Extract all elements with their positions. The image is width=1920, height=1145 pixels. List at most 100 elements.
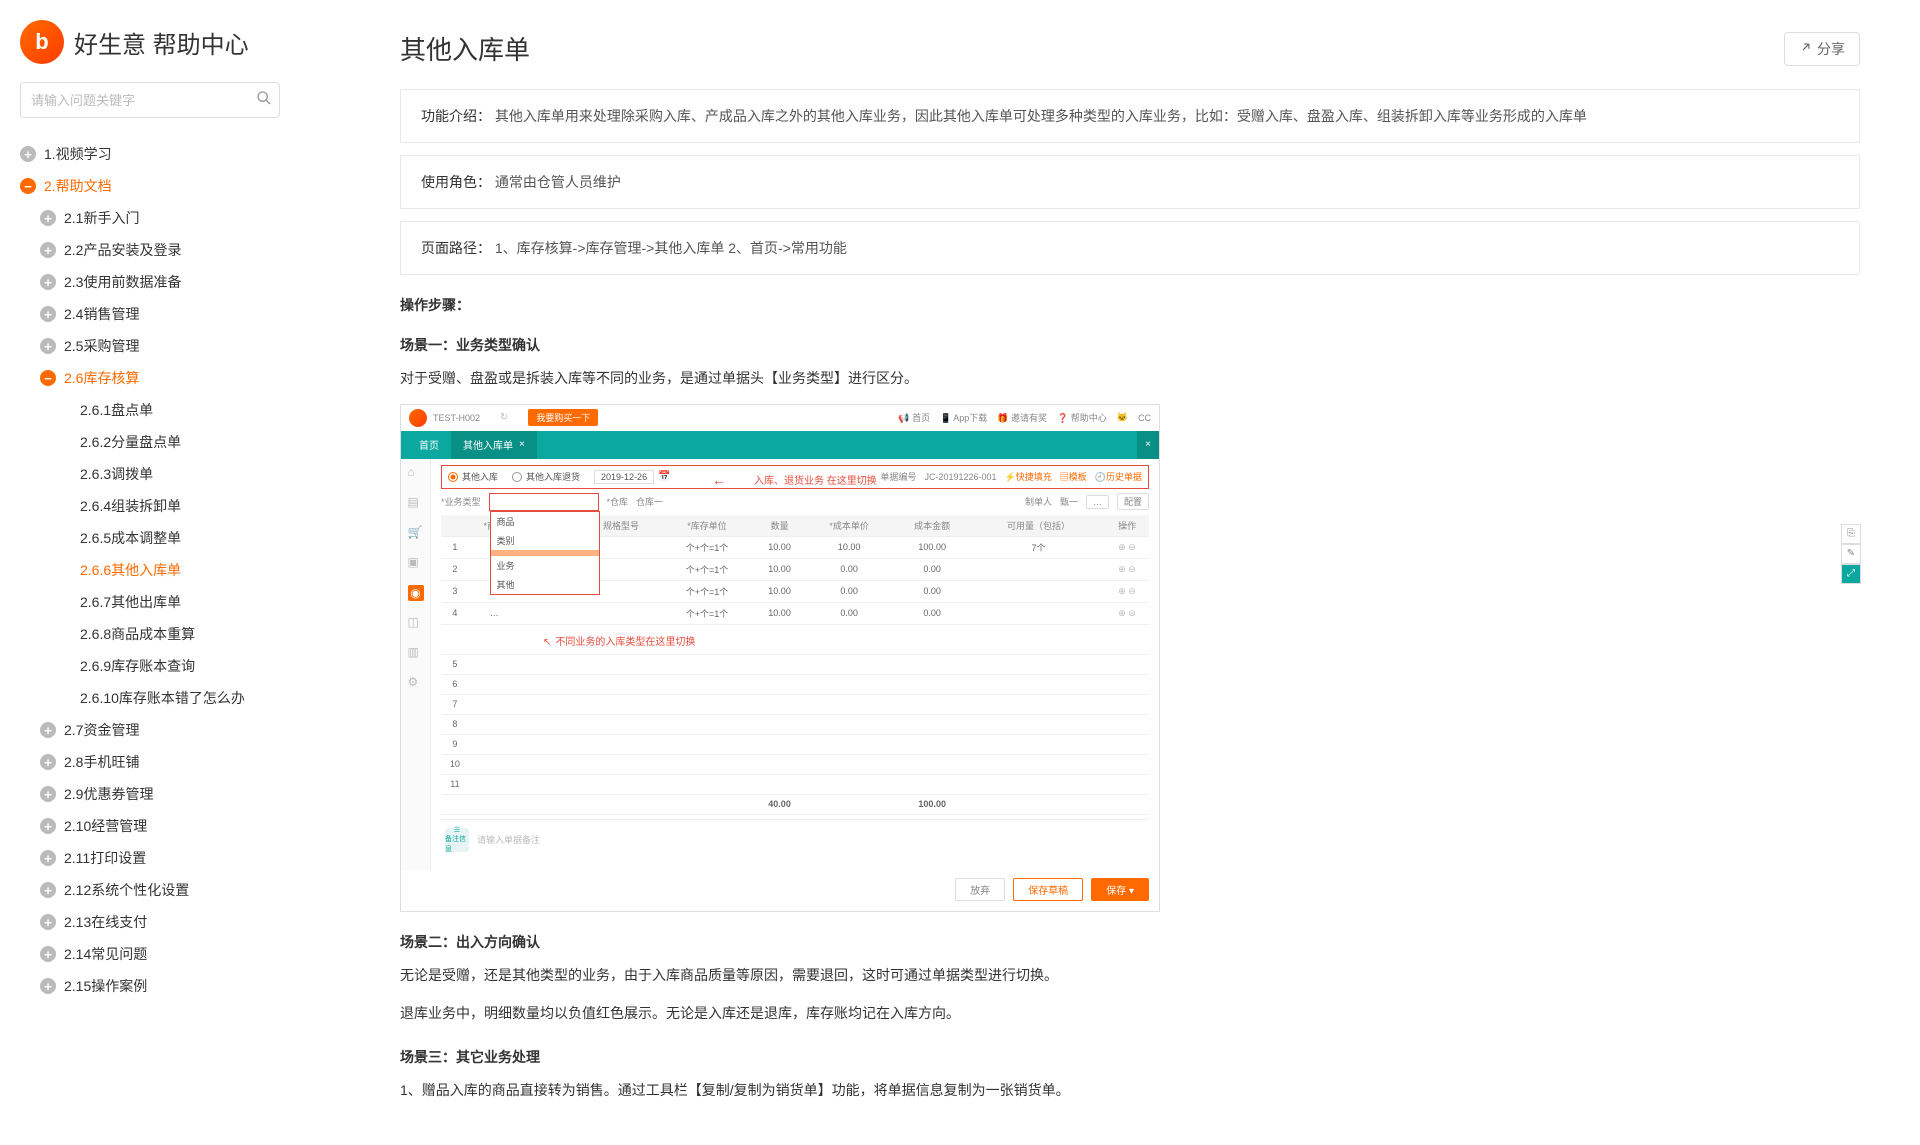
sc-buy-button: 我要购买一下 [528,409,598,426]
minus-icon: − [20,178,36,194]
sc-th [441,515,469,537]
sc-link: ⚡快捷填充 [1005,470,1052,483]
scene2-text1: 无论是受赠，还是其他类型的业务，由于入库商品质量等原因，需要退回，这时可通过单据… [400,962,1860,989]
scene2-text2: 退库业务中，明细数量均以负值红色展示。无论是入库还是退库，库存账均记在入库方向。 [400,1000,1860,1027]
nav-2-6-5[interactable]: 2.6.5成本调整单 [20,522,280,554]
nav-2-8[interactable]: +2.8手机旺铺 [20,746,280,778]
scene1-text: 对于受赠、盘盈或是拆装入库等不同的业务，是通过单据头【业务类型】进行区分。 [400,365,1860,392]
intro-box: 功能介绍： 其他入库单用来处理除采购入库、产成品入库之外的其他入库业务，因此其他… [400,89,1860,143]
page-title: 其他入库单 [400,30,530,67]
sc-mini-btn: 配置 [1117,493,1149,510]
sc-account: TEST-H002 [433,413,480,423]
sc-annotation-2: 不同业务的入库类型在这里切换 [543,633,1147,648]
table-row: 7 [441,694,1149,714]
sc-th: 可用量（包括） [972,515,1105,537]
sc-tab-home: 首页 [407,431,451,459]
nav-2-14[interactable]: +2.14常见问题 [20,938,280,970]
nav-docs[interactable]: −2.帮助文档 [20,170,280,202]
sc-top-link: ❓ 帮助中心 [1057,411,1107,424]
table-row: 11 [441,774,1149,794]
sc-dd-item: 类别 [491,531,599,550]
nav-2-6-3[interactable]: 2.6.3调拨单 [20,458,280,490]
role-text: 通常由仓管人员维护 [495,174,621,190]
plus-icon: + [40,242,56,258]
nav-2-10[interactable]: +2.10经营管理 [20,810,280,842]
plus-icon: + [40,946,56,962]
path-text: 1、库存核算->库存管理->其他入库单 2、首页->常用功能 [495,240,847,256]
nav-2-7[interactable]: +2.7资金管理 [20,714,280,746]
gear-icon: ⚙ [408,675,424,691]
nav-2-11[interactable]: +2.11打印设置 [20,842,280,874]
search-input[interactable] [20,82,280,118]
nav-2-6-1[interactable]: 2.6.1盘点单 [20,394,280,426]
nav-2-6-8[interactable]: 2.6.8商品成本重算 [20,618,280,650]
search-box [20,82,280,118]
sc-filter-row: *业务类型 商品 类别 业务 其他 *仓库 仓库一 [441,493,1149,511]
plus-icon: + [40,274,56,290]
nav-2-6-2[interactable]: 2.6.2分量盘点单 [20,426,280,458]
plus-icon: + [40,850,56,866]
home-icon: ⌂ [408,465,424,481]
sc-top-link: 🎁 邀请有奖 [997,411,1047,424]
tool-icon: ✎ [1841,544,1861,564]
page-header: 其他入库单 分享 [400,30,1860,67]
sc-docno: JC-20191226-001 [924,472,996,482]
remark-icon: ☰备注信息 [445,828,469,852]
sc-th: *库存单位 [661,515,753,537]
nav-2-6-10[interactable]: 2.6.10库存账本错了怎么办 [20,682,280,714]
sc-dd-item: 商品 [491,512,599,531]
sc-discard-button: 放弃 [955,878,1005,901]
search-icon[interactable] [256,90,272,111]
sc-biz-select: 商品 类别 业务 其他 [489,493,599,511]
nav-2-3[interactable]: +2.3使用前数据准备 [20,266,280,298]
steps-heading: 操作步骤： [400,295,1860,315]
nav-2-5[interactable]: +2.5采购管理 [20,330,280,362]
sc-type-row: 其他入库 其他入库退货 2019-12-26 📅 入库、退货业务 在这里切换 单… [441,465,1149,489]
sc-maker-label: 制单人 [1025,495,1052,508]
nav-2-2[interactable]: +2.2产品安装及登录 [20,234,280,266]
plus-icon: + [40,754,56,770]
path-box: 页面路径： 1、库存核算->库存管理->其他入库单 2、首页->常用功能 [400,221,1860,275]
sc-bottom-buttons: 放弃 保存草稿 保存 ▾ [401,870,1159,911]
table-row: 9 [441,734,1149,754]
share-icon [1799,40,1813,57]
nav-2-6[interactable]: −2.6库存核算 [20,362,280,394]
doc-icon: ▤ [408,495,424,511]
sc-avatar-icon: 🐱 [1117,412,1128,423]
intro-text: 其他入库单用来处理除采购入库、产成品入库之外的其他入库业务，因此其他入库单可处理… [495,108,1587,124]
sc-maker-val: 甄一 [1060,495,1078,508]
nav-2-6-4[interactable]: 2.6.4组装拆卸单 [20,490,280,522]
nav-2-1[interactable]: +2.1新手入门 [20,202,280,234]
sc-wh-val: 仓库一 [636,495,663,508]
sc-remark-input: 请输入单据备注 [477,833,1145,846]
nav-2-6-6[interactable]: 2.6.6其他入库单 [20,554,280,586]
logo-area: b 好生意 帮助中心 [20,20,280,64]
sc-logo-icon [409,409,427,427]
sc-top-link: 📱 App下载 [940,411,987,424]
wallet-icon: ◫ [408,615,424,631]
table-row: 8 [441,714,1149,734]
nav-video[interactable]: +1.视频学习 [20,138,280,170]
share-button[interactable]: 分享 [1784,32,1860,66]
nav-2-15[interactable]: +2.15操作案例 [20,970,280,1002]
sc-th: 数量 [753,515,806,537]
nav-2-9[interactable]: +2.9优惠券管理 [20,778,280,810]
plus-icon: + [40,306,56,322]
role-box: 使用角色： 通常由仓管人员维护 [400,155,1860,209]
sc-topbar: TEST-H002 ↻ 我要购买一下 📢 首页 📱 App下载 🎁 邀请有奖 ❓… [401,405,1159,431]
sc-left-rail: ⌂ ▤ 🛒 ▣ ◉ ◫ ▥ ⚙ [401,459,431,870]
plus-icon: + [40,978,56,994]
scene3-title: 场景三：其它业务处理 [400,1047,1860,1067]
plus-icon: + [40,210,56,226]
plus-icon: + [40,722,56,738]
nav-2-12[interactable]: +2.12系统个性化设置 [20,874,280,906]
table-row: 5 [441,654,1149,674]
nav-2-6-7[interactable]: 2.6.7其他出库单 [20,586,280,618]
sc-annotation-1: 入库、退货业务 在这里切换 [712,472,877,488]
sc-sum-qty: 40.00 [753,794,806,814]
nav-2-6-9[interactable]: 2.6.9库存账本查询 [20,650,280,682]
nav-2-4[interactable]: +2.4销售管理 [20,298,280,330]
nav-2-13[interactable]: +2.13在线支付 [20,906,280,938]
main-content: 其他入库单 分享 功能介绍： 其他入库单用来处理除采购入库、产成品入库之外的其他… [300,0,1920,1145]
sc-tab-doc: 其他入库单× [451,431,537,459]
